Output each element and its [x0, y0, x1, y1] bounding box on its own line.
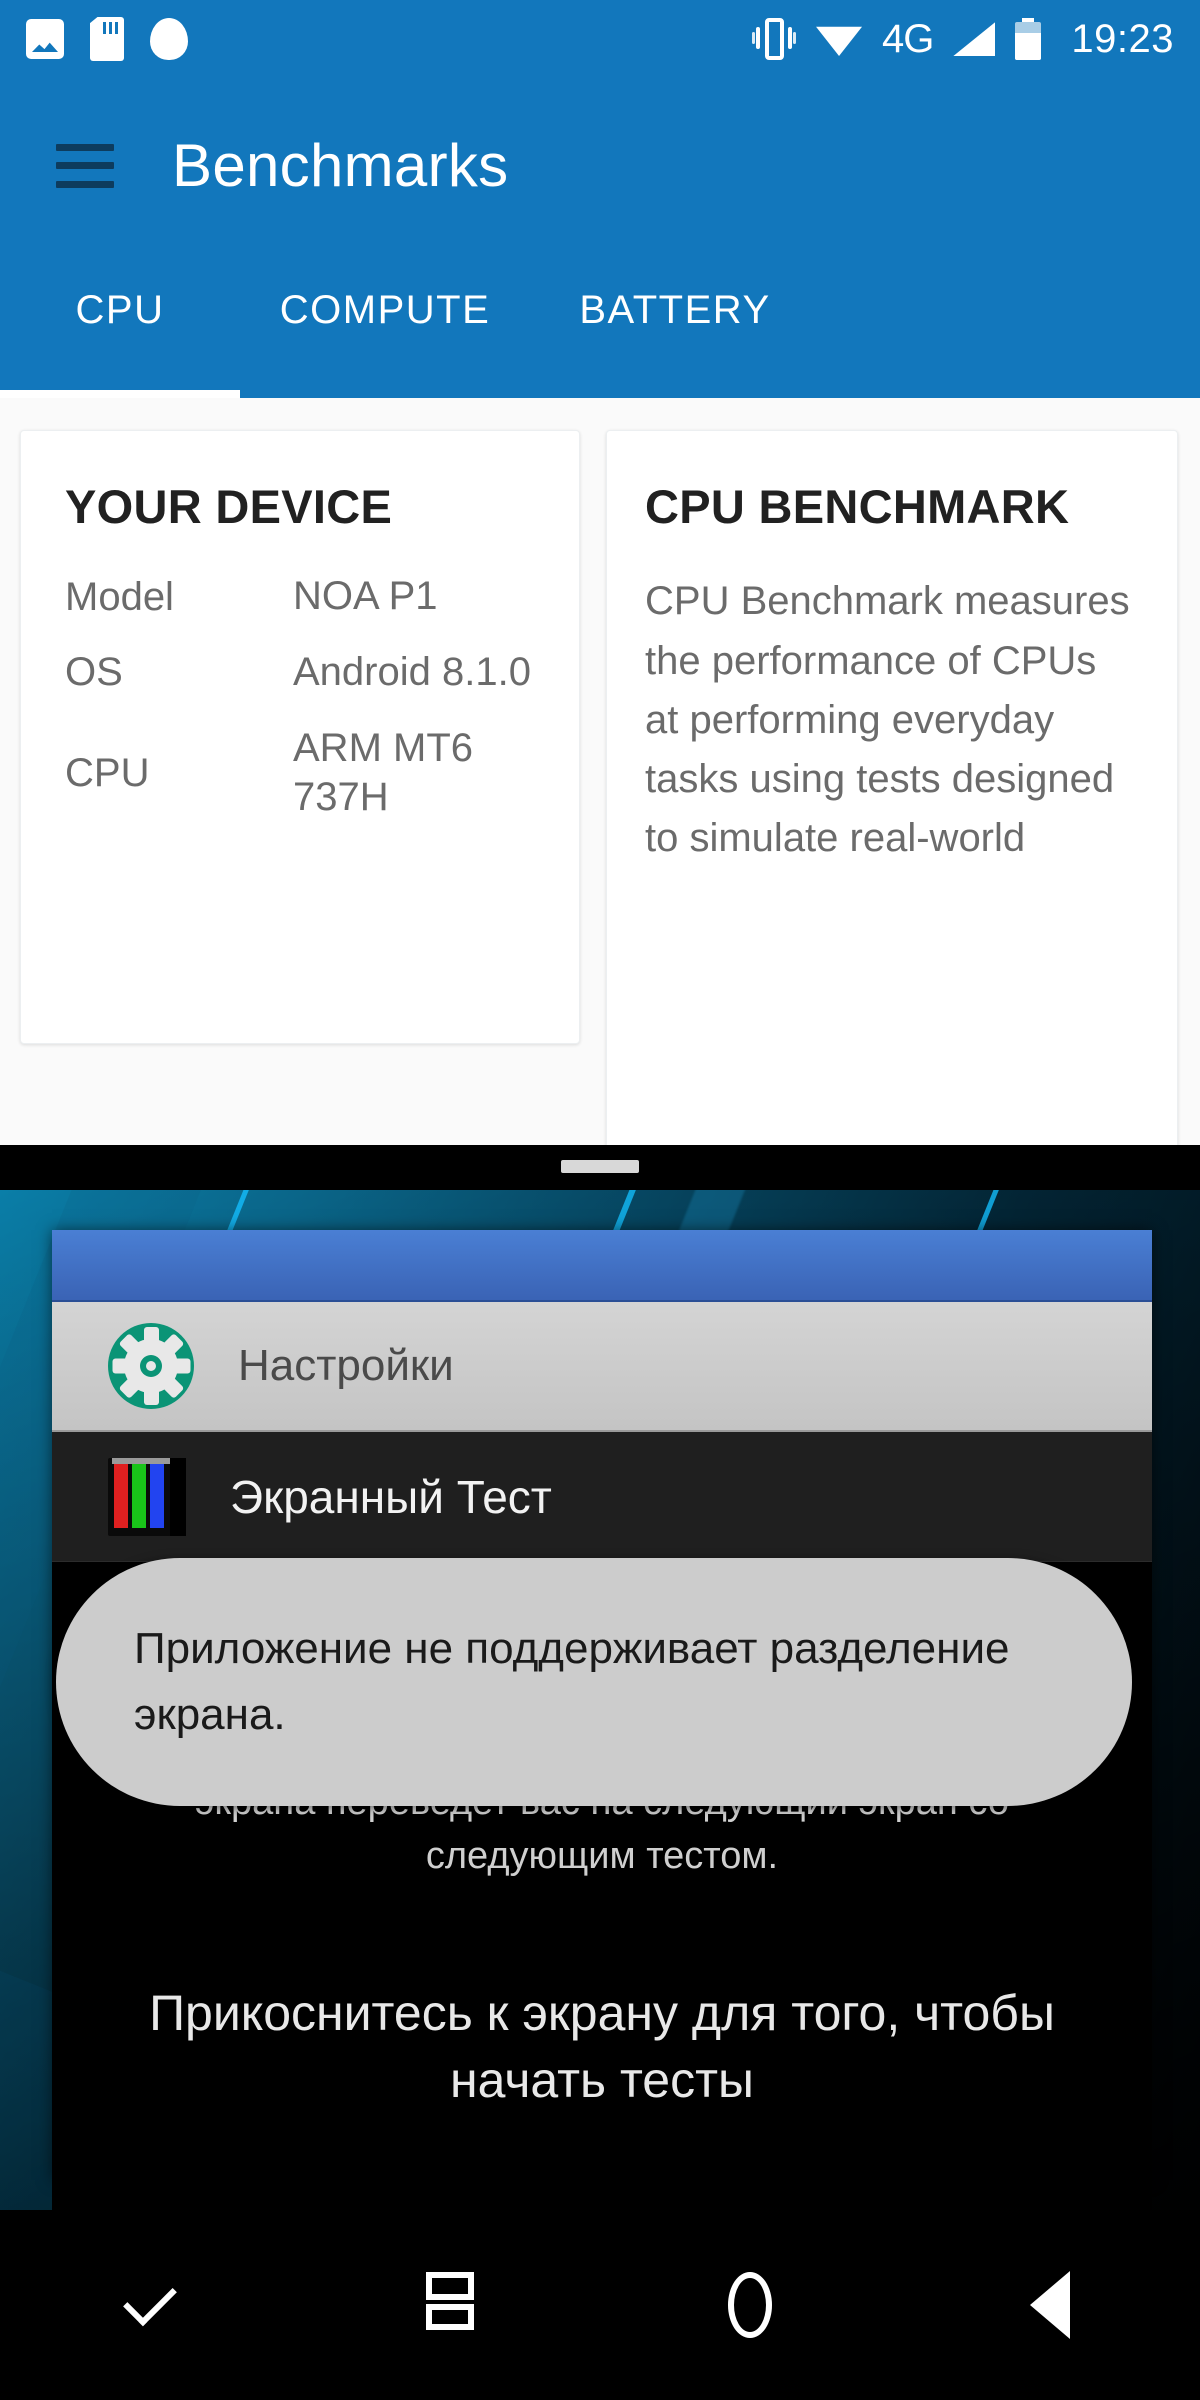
tab-content: YOUR DEVICE Model NOA P1 OS Android 8.1.… — [0, 398, 1200, 1145]
vibrate-icon — [752, 16, 797, 62]
split-screen-divider[interactable] — [0, 1145, 1200, 1190]
rgb-bars-icon — [108, 1457, 186, 1536]
split-screen-icon — [426, 2272, 474, 2338]
tab-cpu[interactable]: CPU — [0, 253, 240, 333]
settings-row[interactable]: Настройки — [52, 1302, 1152, 1432]
cpu-benchmark-card-title: CPU BENCHMARK — [645, 480, 1070, 533]
phone-screen: 4G 19:23 Benchmarks CPU COMPUTE BATTERY … — [0, 0, 1200, 2400]
spec-row-cpu: CPU ARM MT6 737H — [65, 724, 535, 823]
split-screen-button[interactable] — [300, 2272, 600, 2338]
spec-value-os: Android 8.1.0 — [293, 650, 531, 695]
toast-message: Приложение не поддерживает разделение эк… — [56, 1558, 1132, 1806]
battery-icon — [1015, 18, 1042, 60]
cpu-benchmark-card-body: CPU Benchmark measures the performance o… — [645, 579, 1130, 861]
back-button[interactable] — [900, 2271, 1200, 2339]
status-bar-clock: 19:23 — [1071, 16, 1174, 61]
network-type-label: 4G — [882, 16, 934, 61]
flame-icon — [150, 18, 188, 60]
spec-label-cpu: CPU — [65, 750, 150, 795]
signal-icon — [953, 22, 996, 56]
active-tab-indicator — [0, 390, 240, 398]
tab-bar: CPU COMPUTE BATTERY — [0, 253, 1200, 398]
cpu-benchmark-card: CPU BENCHMARK CPU Benchmark measures the… — [606, 430, 1178, 1145]
app-window-header-bar — [52, 1230, 1152, 1302]
status-bar-right-icons: 4G 19:23 — [752, 16, 1174, 62]
screen-test-prompt: Прикоснитесь к экрану для того, чтобы на… — [149, 1984, 1055, 2108]
tab-compute[interactable]: COMPUTE — [240, 253, 530, 333]
navigation-bar — [0, 2210, 1200, 2400]
wifi-icon — [816, 26, 863, 56]
hide-keyboard-button[interactable] — [0, 2272, 300, 2327]
toast-message-text: Приложение не поддерживает разделение эк… — [134, 1624, 1010, 1739]
spec-row-os: OS Android 8.1.0 — [65, 648, 535, 698]
status-bar-left-icons — [26, 17, 188, 61]
spec-label-model: Model — [65, 574, 174, 619]
tab-battery[interactable]: BATTERY — [530, 253, 820, 333]
spec-value-cpu: ARM MT6 737H — [293, 725, 473, 820]
spec-value-model: NOA P1 — [293, 574, 438, 619]
top-split-app-benchmarks: 4G 19:23 Benchmarks CPU COMPUTE BATTERY … — [0, 0, 1200, 1145]
spec-label-os: OS — [65, 650, 123, 695]
your-device-card: YOUR DEVICE Model NOA P1 OS Android 8.1.… — [20, 430, 580, 1044]
home-button[interactable] — [600, 2272, 900, 2338]
status-bar: 4G 19:23 — [0, 0, 1200, 78]
chevron-down-icon — [123, 2272, 177, 2327]
app-bar: Benchmarks — [0, 78, 1200, 253]
screen-test-row[interactable]: Экранный Тест — [52, 1432, 1152, 1562]
split-screen-divider-handle[interactable] — [561, 1160, 639, 1173]
screenshot-icon — [26, 19, 64, 59]
sd-card-icon — [90, 17, 124, 61]
circle-icon — [728, 2272, 772, 2338]
screen-test-row-label: Экранный Тест — [230, 1470, 552, 1523]
bottom-split-app-screen-test: Настройки Экранный Тест Приложение демон… — [0, 1190, 1200, 2210]
hamburger-icon[interactable] — [56, 143, 114, 188]
page-title: Benchmarks — [172, 132, 509, 199]
triangle-left-icon — [1030, 2271, 1070, 2339]
your-device-card-title: YOUR DEVICE — [65, 480, 393, 533]
gear-icon — [108, 1323, 194, 1409]
settings-row-label: Настройки — [238, 1341, 454, 1390]
spec-row-model: Model NOA P1 — [65, 572, 535, 622]
